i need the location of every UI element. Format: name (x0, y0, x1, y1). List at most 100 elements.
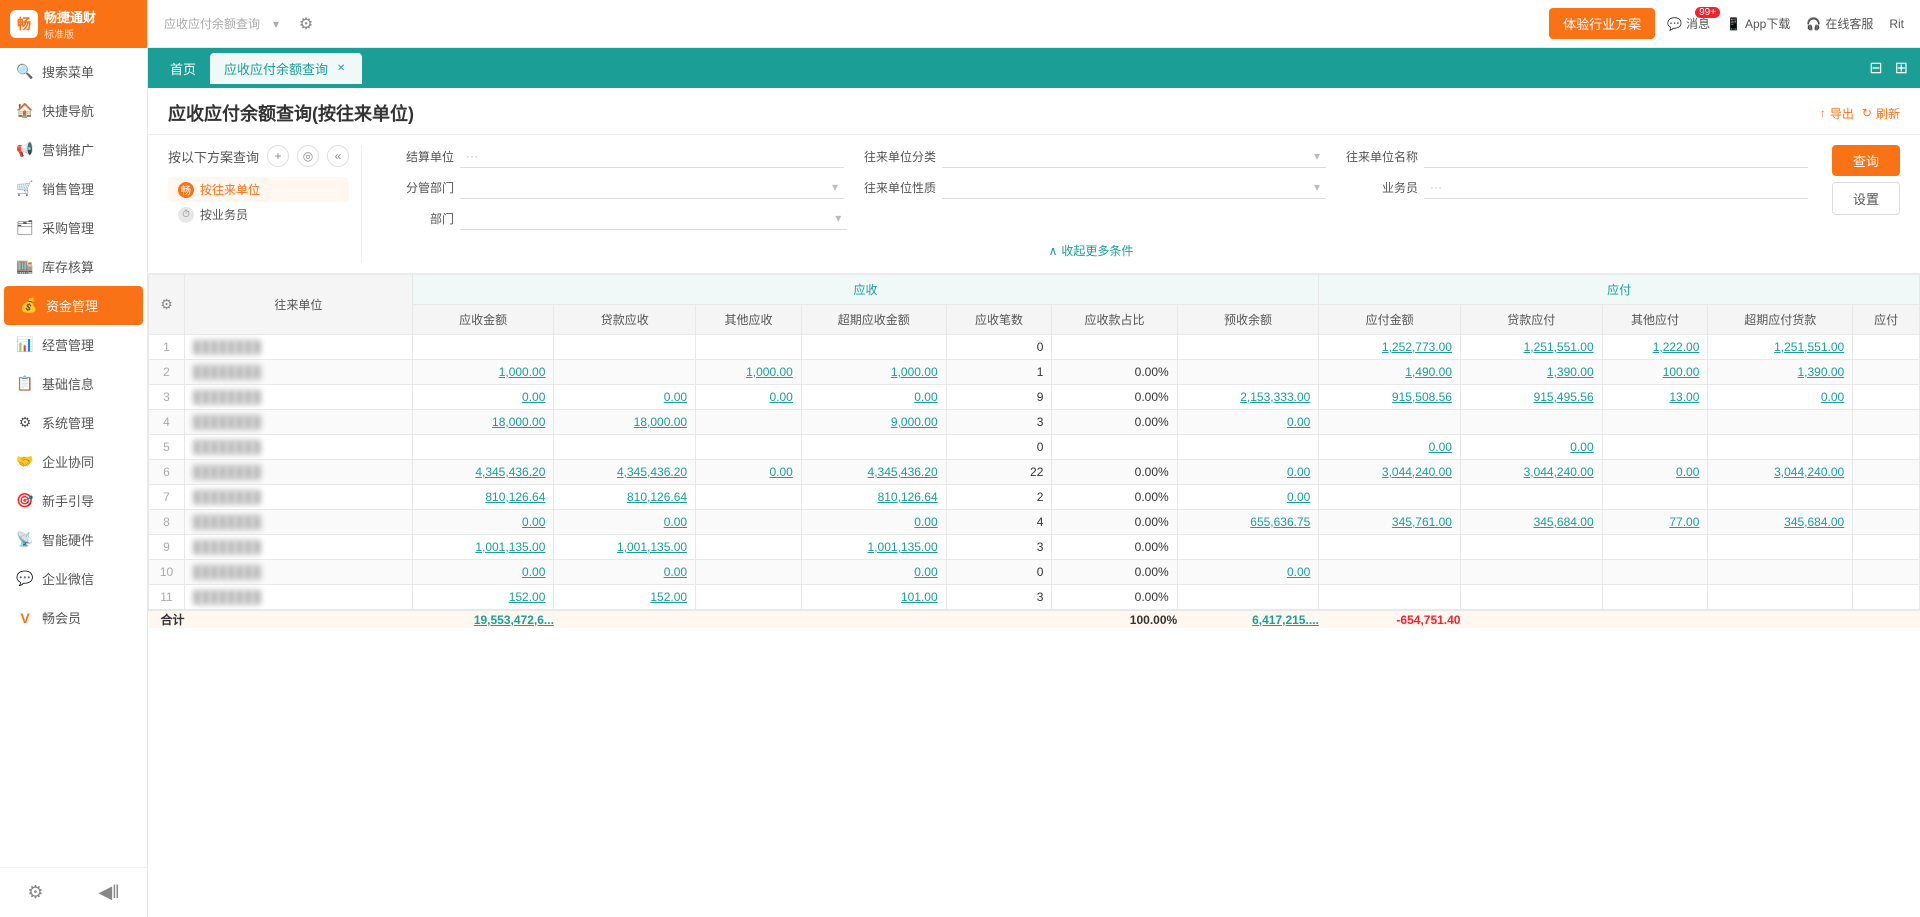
ap_amount-cell[interactable]: 915,508.56 (1319, 385, 1461, 410)
tab-close-btn[interactable]: ✕ (334, 61, 348, 75)
footer-ar-prepay[interactable]: 6,417,215.... (1177, 610, 1319, 628)
sidebar-item-search[interactable]: 🔍 搜索菜单 (0, 52, 147, 91)
ap_amount-cell[interactable]: 1,252,773.00 (1319, 335, 1461, 360)
ap_overdue-cell[interactable]: 1,251,551.00 (1708, 335, 1853, 360)
ar_amount-cell[interactable]: 152.00 (412, 585, 554, 611)
salesperson-select[interactable]: ··· (1424, 176, 1808, 199)
ar_prepay-cell[interactable]: 0.00 (1177, 410, 1319, 435)
ap_amount-cell[interactable]: 1,490.00 (1319, 360, 1461, 385)
settlement-unit-select[interactable]: ··· (460, 145, 844, 168)
sidebar-item-member[interactable]: V 畅会员 (0, 598, 147, 637)
ap_loan-cell[interactable]: 0.00 (1460, 435, 1602, 460)
ar_amount-cell[interactable]: 0.00 (412, 510, 554, 535)
user-profile[interactable]: Rit (1889, 17, 1904, 31)
ap_amount-cell[interactable]: 345,761.00 (1319, 510, 1461, 535)
ap_overdue-cell[interactable]: 1,390.00 (1708, 360, 1853, 385)
add-scheme-btn[interactable]: + (267, 145, 289, 167)
ar_amount-cell[interactable]: 810,126.64 (412, 485, 554, 510)
sidebar-item-sales[interactable]: 🛒 销售管理 (0, 169, 147, 208)
ar_amount-cell[interactable]: 0.00 (412, 385, 554, 410)
ar_loan-cell[interactable]: 0.00 (554, 560, 696, 585)
ar_amount-cell[interactable]: 4,345,436.20 (412, 460, 554, 485)
ap_overdue-cell[interactable]: 3,044,240.00 (1708, 460, 1853, 485)
tab-ar-ap[interactable]: 应收应付余额查询 ✕ (210, 53, 362, 84)
ar_loan-cell[interactable]: 0.00 (554, 510, 696, 535)
tab-minimize-btn[interactable]: ⊟ (1865, 54, 1886, 82)
settings-btn[interactable]: ⚙ (292, 10, 320, 38)
sidebar-item-enterprise[interactable]: 🤝 企业协同 (0, 442, 147, 481)
collapse-bottom-btn[interactable]: ◀‖ (88, 876, 129, 909)
ar_loan-cell[interactable]: 152.00 (554, 585, 696, 611)
ap_loan-cell[interactable]: 345,684.00 (1460, 510, 1602, 535)
ar_overdue-cell[interactable]: 0.00 (801, 510, 946, 535)
ar_prepay-cell[interactable]: 0.00 (1177, 460, 1319, 485)
sidebar-item-marketing[interactable]: 📢 营销推广 (0, 130, 147, 169)
unit-nature-select[interactable]: ▾ (942, 176, 1326, 199)
footer-ar-amount[interactable]: 19,553,472,6... (412, 610, 554, 628)
ap_other-cell[interactable]: 1,222.00 (1602, 335, 1708, 360)
unit-category-select[interactable]: ▾ (942, 145, 1326, 168)
tab-home[interactable]: 首页 (156, 53, 210, 84)
ar_loan-cell[interactable]: 4,345,436.20 (554, 460, 696, 485)
dept-in-charge-select[interactable]: ▾ (460, 176, 844, 199)
ar_overdue-cell[interactable]: 1,000.00 (801, 360, 946, 385)
sidebar-item-operation[interactable]: 📊 经营管理 (0, 325, 147, 364)
ap_loan-cell[interactable]: 915,495.56 (1460, 385, 1602, 410)
ap_loan-cell[interactable]: 1,251,551.00 (1460, 335, 1602, 360)
ar_loan-cell[interactable]: 1,001,135.00 (554, 535, 696, 560)
ap_other-cell[interactable]: 13.00 (1602, 385, 1708, 410)
edit-scheme-btn[interactable]: ◎ (297, 145, 319, 167)
ar_overdue-cell[interactable]: 101.00 (801, 585, 946, 611)
tab-expand-btn[interactable]: ⊞ (1891, 54, 1912, 82)
ar_prepay-cell[interactable]: 2,153,333.00 (1177, 385, 1319, 410)
sidebar-item-wechat[interactable]: 💬 企业微信 (0, 559, 147, 598)
ar_prepay-cell[interactable]: 0.00 (1177, 560, 1319, 585)
ar_overdue-cell[interactable]: 0.00 (801, 560, 946, 585)
ar_loan-cell[interactable]: 810,126.64 (554, 485, 696, 510)
scheme-by-staff[interactable]: ⏱ 按业务员 (168, 202, 349, 227)
sidebar-item-purchase[interactable]: 🗂 采购管理 (0, 208, 147, 247)
ap_other-cell[interactable]: 0.00 (1602, 460, 1708, 485)
ap_other-cell[interactable]: 77.00 (1602, 510, 1708, 535)
ar_loan-cell[interactable]: 0.00 (554, 385, 696, 410)
query-button[interactable]: 查询 (1832, 145, 1900, 176)
sidebar-item-basic[interactable]: 📋 基础信息 (0, 364, 147, 403)
set-button[interactable]: 设置 (1832, 182, 1900, 215)
unit-name-input[interactable] (1424, 145, 1808, 168)
ar_other-cell[interactable]: 0.00 (696, 385, 802, 410)
ar_other-cell[interactable]: 0.00 (696, 460, 802, 485)
dept-select[interactable]: ▾ (460, 207, 847, 230)
ar_prepay-cell[interactable]: 655,636.75 (1177, 510, 1319, 535)
scheme-by-unit[interactable]: 畅 按往来单位 (168, 177, 349, 202)
collapse-scheme-btn[interactable]: « (327, 145, 349, 167)
refresh-btn[interactable]: ↻ 刷新 (1862, 105, 1900, 122)
ar_amount-cell[interactable]: 18,000.00 (412, 410, 554, 435)
ap_other-cell[interactable]: 100.00 (1602, 360, 1708, 385)
ap_overdue-cell[interactable]: 345,684.00 (1708, 510, 1853, 535)
ap_amount-cell[interactable]: 0.00 (1319, 435, 1461, 460)
settings-bottom-btn[interactable]: ⚙ (17, 876, 53, 909)
sidebar-item-warehouse[interactable]: 🏬 库存核算 (0, 247, 147, 286)
ar_other-cell[interactable]: 1,000.00 (696, 360, 802, 385)
ap_loan-cell[interactable]: 3,044,240.00 (1460, 460, 1602, 485)
collapse-bar[interactable]: ∧ 收起更多条件 (374, 238, 1808, 263)
ap_amount-cell[interactable]: 3,044,240.00 (1319, 460, 1461, 485)
sidebar-item-system[interactable]: ⚙ 系统管理 (0, 403, 147, 442)
sidebar-item-quick-nav[interactable]: 🏠 快捷导航 (0, 91, 147, 130)
ar_overdue-cell[interactable]: 9,000.00 (801, 410, 946, 435)
ar_overdue-cell[interactable]: 810,126.64 (801, 485, 946, 510)
ar_amount-cell[interactable]: 1,001,135.00 (412, 535, 554, 560)
app-download-btn[interactable]: 📱 App下载 (1726, 15, 1790, 32)
online-service-btn[interactable]: 🎧 在线客服 (1806, 15, 1873, 32)
sidebar-item-finance[interactable]: 💰 资金管理 (4, 286, 143, 325)
ar_amount-cell[interactable]: 0.00 (412, 560, 554, 585)
table-settings-icon[interactable]: ⚙ (160, 296, 173, 312)
ap_loan-cell[interactable]: 1,390.00 (1460, 360, 1602, 385)
message-btn[interactable]: 💬 消息 99+ (1667, 15, 1710, 32)
nav-dropdown-btn[interactable]: ▾ (266, 14, 286, 34)
ar_overdue-cell[interactable]: 1,001,135.00 (801, 535, 946, 560)
ar_loan-cell[interactable]: 18,000.00 (554, 410, 696, 435)
export-btn[interactable]: ↑ 导出 (1820, 105, 1854, 122)
sidebar-item-hardware[interactable]: 📡 智能硬件 (0, 520, 147, 559)
ar_amount-cell[interactable]: 1,000.00 (412, 360, 554, 385)
